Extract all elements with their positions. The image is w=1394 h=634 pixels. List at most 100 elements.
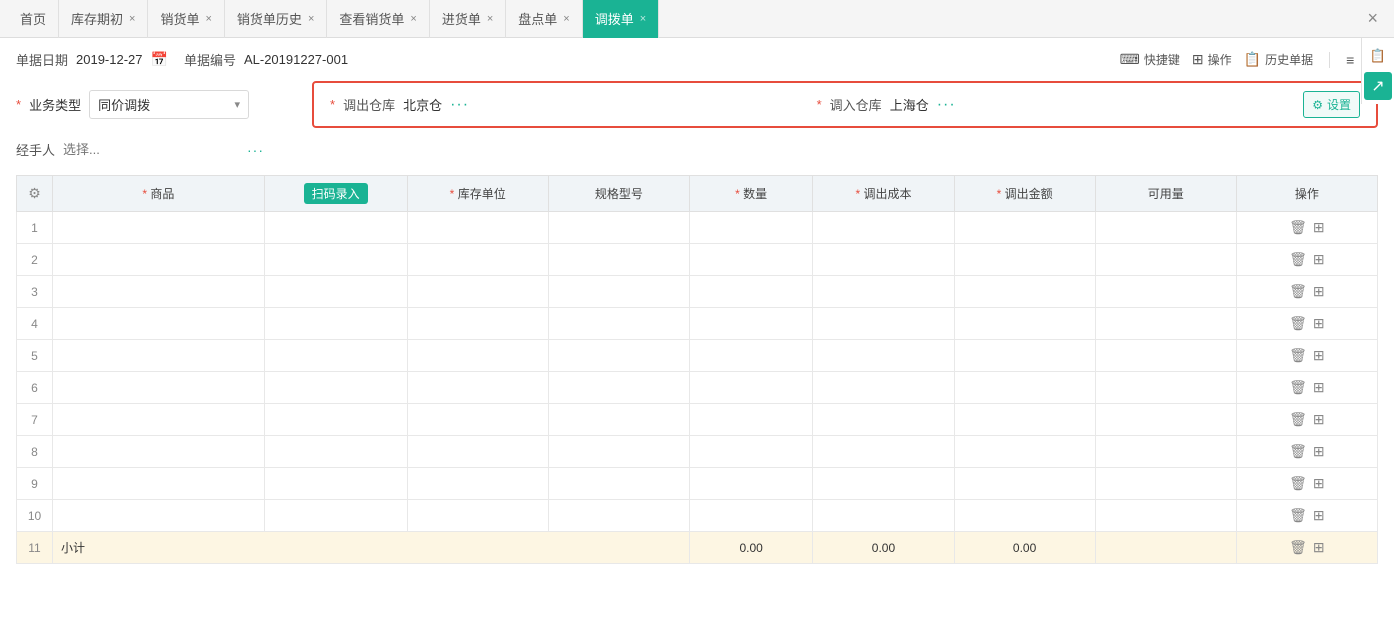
tab-view-sales-close[interactable]: ×	[410, 13, 416, 25]
tab-view-sales[interactable]: 查看销货单 ×	[327, 0, 429, 38]
sidebar-document-button[interactable]: 📋	[1364, 42, 1392, 70]
product-cell[interactable]	[53, 340, 265, 372]
spec-cell[interactable]	[548, 468, 689, 500]
delete-icon[interactable]: 🗑	[1289, 539, 1307, 556]
spec-cell[interactable]	[548, 276, 689, 308]
unit-cell[interactable]	[407, 276, 548, 308]
tab-sales-order[interactable]: 销货单 ×	[148, 0, 224, 38]
qty-cell[interactable]	[689, 436, 812, 468]
spec-cell[interactable]	[548, 212, 689, 244]
amount-cell[interactable]	[954, 436, 1095, 468]
tab-inventory-init-close[interactable]: ×	[129, 13, 135, 25]
copy-icon[interactable]: ⊞	[1313, 411, 1325, 428]
tab-transfer-order[interactable]: 调拨单 ×	[583, 0, 659, 38]
qty-cell[interactable]	[689, 244, 812, 276]
spec-cell[interactable]	[548, 308, 689, 340]
cost-cell[interactable]	[813, 404, 954, 436]
delete-icon[interactable]: 🗑	[1289, 411, 1307, 428]
amount-cell[interactable]	[954, 372, 1095, 404]
spec-cell[interactable]	[548, 340, 689, 372]
gear-icon[interactable]: ⚙	[28, 185, 41, 201]
shortcut-button[interactable]: ⌨ 快捷键	[1120, 51, 1180, 68]
table-wrapper[interactable]: ⚙ * 商品 扫码录入 * 库存单位 规格型号	[16, 175, 1378, 564]
unit-cell[interactable]	[407, 372, 548, 404]
spec-cell[interactable]	[548, 244, 689, 276]
layout-list-button[interactable]: ≡	[1346, 52, 1354, 68]
qty-cell[interactable]	[689, 340, 812, 372]
spec-cell[interactable]	[548, 436, 689, 468]
amount-cell[interactable]	[954, 308, 1095, 340]
handler-input[interactable]	[63, 142, 239, 157]
copy-icon[interactable]: ⊞	[1313, 251, 1325, 268]
product-cell[interactable]	[53, 276, 265, 308]
cost-cell[interactable]	[813, 244, 954, 276]
delete-icon[interactable]: 🗑	[1289, 507, 1307, 524]
product-cell[interactable]	[53, 244, 265, 276]
tab-sales-history[interactable]: 销货单历史 ×	[225, 0, 327, 38]
unit-cell[interactable]	[407, 244, 548, 276]
product-cell[interactable]	[53, 500, 265, 532]
business-type-select[interactable]: 同价调拨 ▾	[89, 90, 249, 119]
warehouse-out-more-button[interactable]: ···	[450, 96, 469, 114]
product-cell[interactable]	[53, 372, 265, 404]
unit-cell[interactable]	[407, 500, 548, 532]
qty-cell[interactable]	[689, 468, 812, 500]
qty-cell[interactable]	[689, 212, 812, 244]
copy-icon[interactable]: ⊞	[1313, 315, 1325, 332]
product-cell[interactable]	[53, 404, 265, 436]
qty-cell[interactable]	[689, 308, 812, 340]
copy-icon[interactable]: ⊞	[1313, 539, 1325, 556]
amount-cell[interactable]	[954, 500, 1095, 532]
amount-cell[interactable]	[954, 404, 1095, 436]
spec-cell[interactable]	[548, 500, 689, 532]
settings-button[interactable]: ⚙ 设置	[1303, 91, 1360, 118]
product-cell[interactable]	[53, 468, 265, 500]
unit-cell[interactable]	[407, 340, 548, 372]
delete-icon[interactable]: 🗑	[1289, 315, 1307, 332]
copy-icon[interactable]: ⊞	[1313, 347, 1325, 364]
unit-cell[interactable]	[407, 212, 548, 244]
spec-cell[interactable]	[548, 372, 689, 404]
product-cell[interactable]	[53, 308, 265, 340]
cost-cell[interactable]	[813, 500, 954, 532]
amount-cell[interactable]	[954, 340, 1095, 372]
tab-inventory-init[interactable]: 库存期初 ×	[59, 0, 148, 38]
delete-icon[interactable]: 🗑	[1289, 251, 1307, 268]
cost-cell[interactable]	[813, 468, 954, 500]
unit-cell[interactable]	[407, 308, 548, 340]
cost-cell[interactable]	[813, 308, 954, 340]
operation-button[interactable]: ⊞ 操作	[1192, 51, 1232, 68]
calendar-icon[interactable]: 📅	[151, 51, 168, 68]
tab-sales-history-close[interactable]: ×	[308, 13, 314, 25]
sidebar-expand-button[interactable]: ↗	[1364, 72, 1392, 100]
product-cell[interactable]	[53, 436, 265, 468]
delete-icon[interactable]: 🗑	[1289, 283, 1307, 300]
warehouse-in-more-button[interactable]: ···	[937, 96, 956, 114]
unit-cell[interactable]	[407, 404, 548, 436]
amount-cell[interactable]	[954, 468, 1095, 500]
tab-home[interactable]: 首页	[8, 0, 59, 38]
amount-cell[interactable]	[954, 244, 1095, 276]
unit-cell[interactable]	[407, 436, 548, 468]
tab-inventory-count[interactable]: 盘点单 ×	[506, 0, 582, 38]
tab-purchase-order[interactable]: 进货单 ×	[430, 0, 506, 38]
amount-cell[interactable]	[954, 276, 1095, 308]
delete-icon[interactable]: 🗑	[1289, 379, 1307, 396]
qty-cell[interactable]	[689, 404, 812, 436]
scan-button[interactable]: 扫码录入	[304, 183, 368, 204]
product-cell[interactable]	[53, 212, 265, 244]
tab-transfer-order-close[interactable]: ×	[640, 13, 646, 25]
history-button[interactable]: 📋 历史单据	[1244, 51, 1313, 68]
th-gear[interactable]: ⚙	[17, 176, 53, 212]
tab-inventory-count-close[interactable]: ×	[563, 13, 569, 25]
delete-icon[interactable]: 🗑	[1289, 475, 1307, 492]
cost-cell[interactable]	[813, 276, 954, 308]
handler-more-button[interactable]: ···	[247, 142, 264, 158]
cost-cell[interactable]	[813, 340, 954, 372]
qty-cell[interactable]	[689, 500, 812, 532]
copy-icon[interactable]: ⊞	[1313, 219, 1325, 236]
spec-cell[interactable]	[548, 404, 689, 436]
unit-cell[interactable]	[407, 468, 548, 500]
cost-cell[interactable]	[813, 436, 954, 468]
amount-cell[interactable]	[954, 212, 1095, 244]
